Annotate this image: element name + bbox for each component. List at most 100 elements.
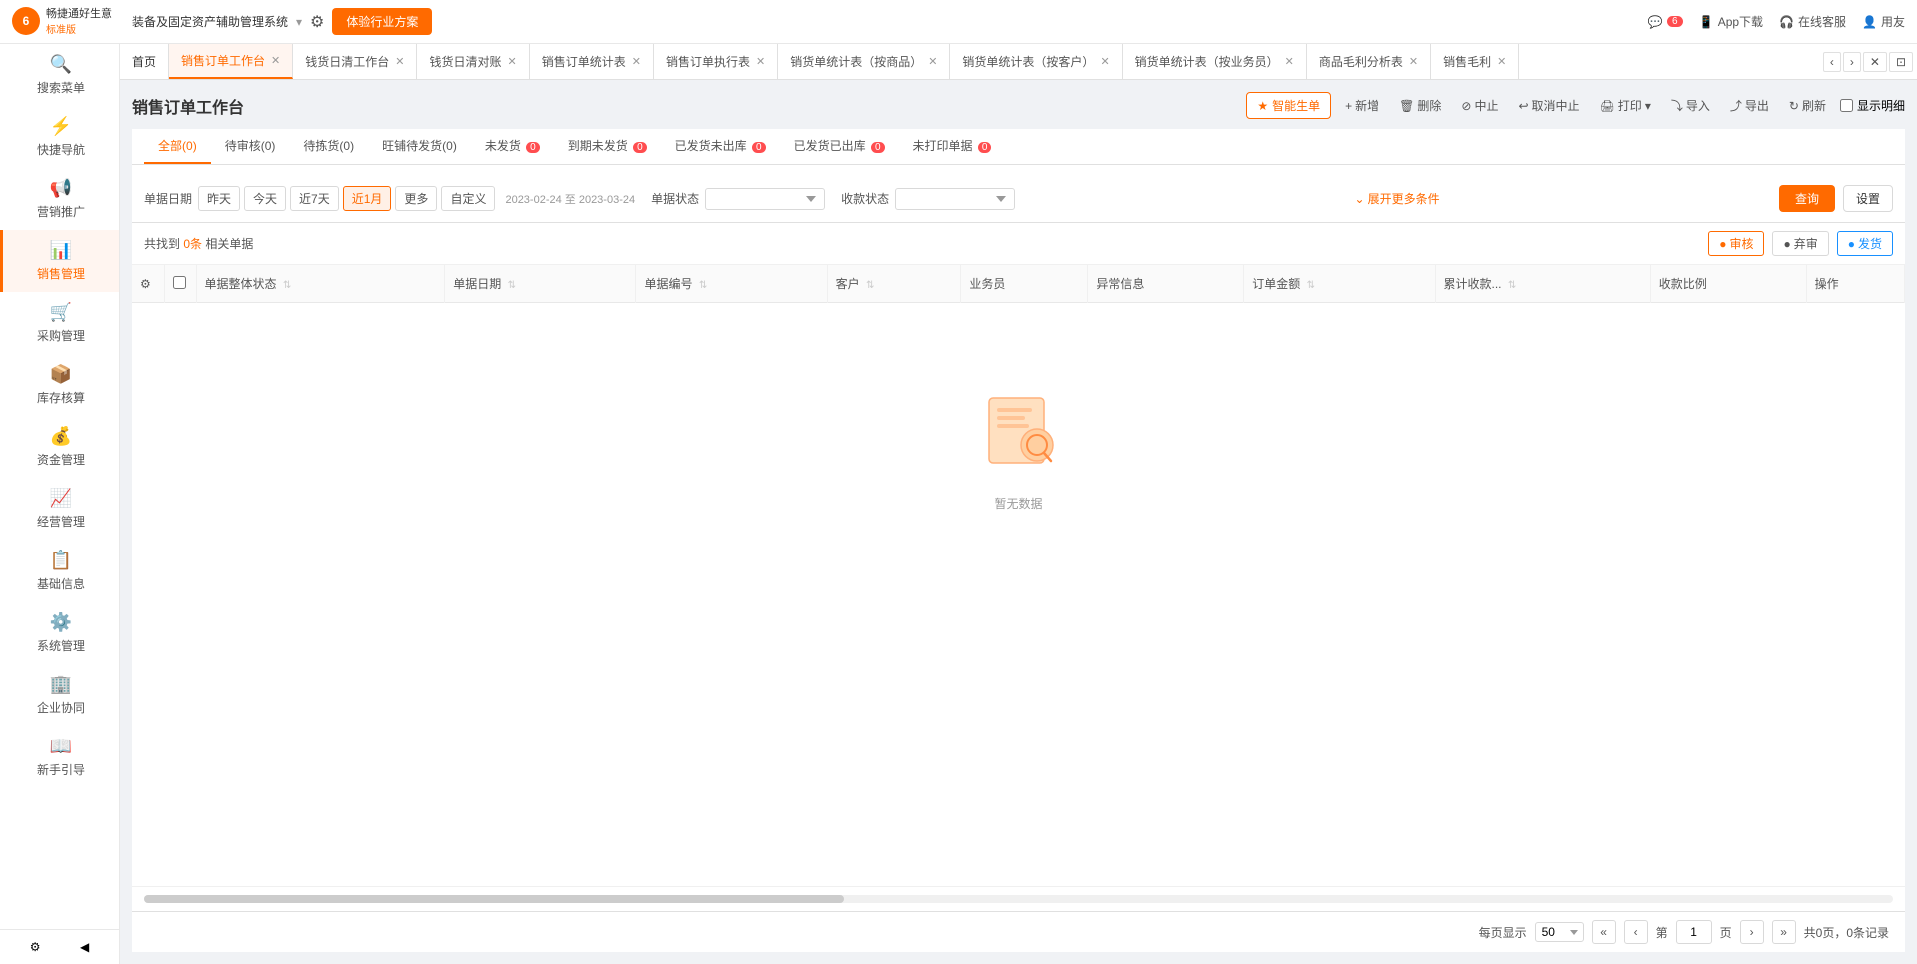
show-detail-label[interactable]: 显示明细 [1840, 97, 1905, 114]
tab-close-sales-by-staff[interactable]: ✕ [1285, 55, 1294, 68]
import-button[interactable]: ⤵ 导入 [1665, 93, 1716, 118]
message-button[interactable]: 💬 6 [1648, 15, 1683, 29]
sub-tab-pending-inspect[interactable]: 待拣货(0) [289, 129, 368, 164]
sub-tab-shipped-not-out[interactable]: 已发货未出库 0 [661, 129, 780, 164]
collapse-icon[interactable]: ◀ [80, 940, 89, 954]
stop-button[interactable]: ⊘ 中止 [1455, 93, 1504, 118]
tab-close-gross-profit[interactable]: ✕ [1409, 55, 1418, 68]
date-7days-btn[interactable]: 近7天 [290, 186, 339, 211]
expand-filter-button[interactable]: ⌄ 展开更多条件 [1355, 190, 1440, 207]
tab-close-sales-workbench[interactable]: ✕ [271, 54, 280, 67]
ship-button[interactable]: ● 发货 [1837, 231, 1893, 256]
tab-close-cash-daily[interactable]: ✕ [395, 55, 404, 68]
page-unit: 页 [1720, 924, 1732, 941]
tab-expand-button[interactable]: ⊡ [1889, 52, 1913, 72]
next-page-button[interactable]: › [1740, 920, 1764, 944]
gear-button[interactable]: ⚙ [310, 12, 324, 32]
tab-sales-by-product[interactable]: 销货单统计表（按商品） ✕ [778, 44, 950, 79]
tab-close-all-button[interactable]: ✕ [1863, 52, 1887, 72]
date-yesterday-btn[interactable]: 昨天 [198, 186, 240, 211]
sidebar-item-sales[interactable]: 📊 销售管理 [0, 230, 119, 292]
tab-sales-profit[interactable]: 销售毛利 ✕ [1431, 44, 1519, 79]
sidebar-item-guide[interactable]: 📖 新手引导 [0, 726, 119, 788]
tab-close-sales-stats[interactable]: ✕ [632, 55, 641, 68]
trial-button[interactable]: 体验行业方案 [332, 8, 432, 35]
tab-sales-by-staff[interactable]: 销货单统计表（按业务员） ✕ [1123, 44, 1307, 79]
last-page-button[interactable]: » [1772, 920, 1796, 944]
page-size-select[interactable]: 50 20 100 [1535, 922, 1584, 942]
date-1month-btn[interactable]: 近1月 [343, 186, 392, 211]
sidebar-item-basic[interactable]: 📋 基础信息 [0, 540, 119, 602]
review-button[interactable]: ● 审核 [1708, 231, 1764, 256]
date-more-btn[interactable]: 更多 [395, 186, 437, 211]
add-button[interactable]: + 新增 [1339, 93, 1385, 118]
sub-tab-overdue[interactable]: 到期未发货 0 [554, 129, 661, 164]
status-select[interactable] [705, 188, 825, 210]
sidebar-item-system[interactable]: ⚙️ 系统管理 [0, 602, 119, 664]
show-detail-checkbox[interactable] [1840, 99, 1853, 112]
main-panel: 全部(0) 待审核(0) 待拣货(0) 旺铺待发货(0) 未发货 0 [132, 129, 1905, 952]
sidebar-item-enterprise[interactable]: 🏢 企业协同 [0, 664, 119, 726]
scrollbar-thumb[interactable] [144, 895, 844, 903]
sidebar-item-marketing[interactable]: 📢 营销推广 [0, 168, 119, 230]
system-dropdown-icon[interactable]: ▾ [296, 15, 302, 29]
tab-home[interactable]: 首页 [120, 44, 169, 79]
tab-sales-workbench[interactable]: 销售订单工作台 ✕ [169, 44, 293, 79]
prev-page-button[interactable]: ‹ [1624, 920, 1648, 944]
tab-cash-account[interactable]: 钱货日清对账 ✕ [417, 44, 529, 79]
add-icon: + [1345, 99, 1352, 113]
sidebar-item-finance[interactable]: 💰 资金管理 [0, 416, 119, 478]
payment-select[interactable] [895, 188, 1015, 210]
app-download-button[interactable]: 📱 App下载 [1699, 13, 1763, 30]
tab-next-button[interactable]: › [1843, 52, 1861, 72]
tab-prev-button[interactable]: ‹ [1823, 52, 1841, 72]
tab-sales-stats[interactable]: 销售订单统计表 ✕ [530, 44, 654, 79]
sub-tab-shipped-out[interactable]: 已发货已出库 0 [780, 129, 899, 164]
sub-tab-not-shipped[interactable]: 未发货 0 [471, 129, 554, 164]
sidebar-item-operation[interactable]: 📈 经营管理 [0, 478, 119, 540]
sidebar-bottom: ⚙ ◀ [0, 929, 119, 964]
sidebar-item-search[interactable]: 🔍 搜索菜单 [0, 44, 119, 106]
horizontal-scrollbar[interactable] [144, 895, 1893, 903]
col-date: 单据日期 ⇅ [445, 265, 636, 303]
search-button[interactable]: 查询 [1779, 185, 1835, 212]
tab-close-sales-exec[interactable]: ✕ [756, 55, 765, 68]
tab-gross-profit[interactable]: 商品毛利分析表 ✕ [1307, 44, 1431, 79]
sub-tab-all[interactable]: 全部(0) [144, 129, 211, 164]
tab-sales-exec[interactable]: 销售订单执行表 ✕ [654, 44, 778, 79]
settings-button[interactable]: 设置 [1843, 185, 1893, 212]
print-button[interactable]: 🖨 打印 ▾ [1594, 93, 1657, 118]
sidebar-item-purchase[interactable]: 🛒 采购管理 [0, 292, 119, 354]
refresh-button[interactable]: ↻ 刷新 [1783, 93, 1832, 118]
column-settings-icon[interactable]: ⚙ [140, 277, 151, 291]
content-area: 首页 销售订单工作台 ✕ 钱货日清工作台 ✕ 钱货日清对账 ✕ 销售订单统计表 … [120, 44, 1917, 964]
sub-tab-pending-review[interactable]: 待审核(0) [211, 129, 290, 164]
phone-icon: 📱 [1699, 15, 1714, 29]
smart-gen-button[interactable]: ★ 智能生单 [1246, 92, 1331, 119]
logo-area: 6 畅捷通好生意 标准版 [12, 7, 132, 36]
abandon-review-button[interactable]: ● 弃审 [1772, 231, 1828, 256]
date-today-btn[interactable]: 今天 [244, 186, 286, 211]
sub-tab-wangpu[interactable]: 旺铺待发货(0) [368, 129, 471, 164]
select-all-checkbox[interactable] [173, 276, 186, 289]
date-custom-btn[interactable]: 自定义 [441, 186, 495, 211]
sidebar-item-inventory[interactable]: 📦 库存核算 [0, 354, 119, 416]
tab-close-sales-profit[interactable]: ✕ [1497, 55, 1506, 68]
tab-close-cash-account[interactable]: ✕ [508, 55, 517, 68]
page-number-input[interactable] [1676, 920, 1712, 944]
table-toolbar: 共找到 0条 相关单据 ● 审核 ● 弃审 [132, 223, 1905, 265]
tab-cash-daily[interactable]: 钱货日清工作台 ✕ [293, 44, 417, 79]
sidebar-item-quick[interactable]: ⚡ 快捷导航 [0, 106, 119, 168]
abandon-dot: ● [1783, 237, 1790, 251]
export-button[interactable]: ⤴ 导出 [1724, 93, 1775, 118]
tab-close-sales-by-customer[interactable]: ✕ [1100, 55, 1109, 68]
settings-icon[interactable]: ⚙ [30, 940, 41, 954]
tab-close-sales-by-product[interactable]: ✕ [928, 55, 937, 68]
sub-tab-not-printed[interactable]: 未打印单据 0 [899, 129, 1006, 164]
delete-button[interactable]: 🗑 删除 [1393, 93, 1447, 118]
tab-sales-by-customer[interactable]: 销货单统计表（按客户） ✕ [950, 44, 1122, 79]
online-service-button[interactable]: 🎧 在线客服 [1779, 13, 1846, 30]
cancel-stop-button[interactable]: ↩ 取消中止 [1512, 93, 1585, 118]
first-page-button[interactable]: « [1592, 920, 1616, 944]
user-area[interactable]: 👤 用友 [1862, 13, 1905, 30]
